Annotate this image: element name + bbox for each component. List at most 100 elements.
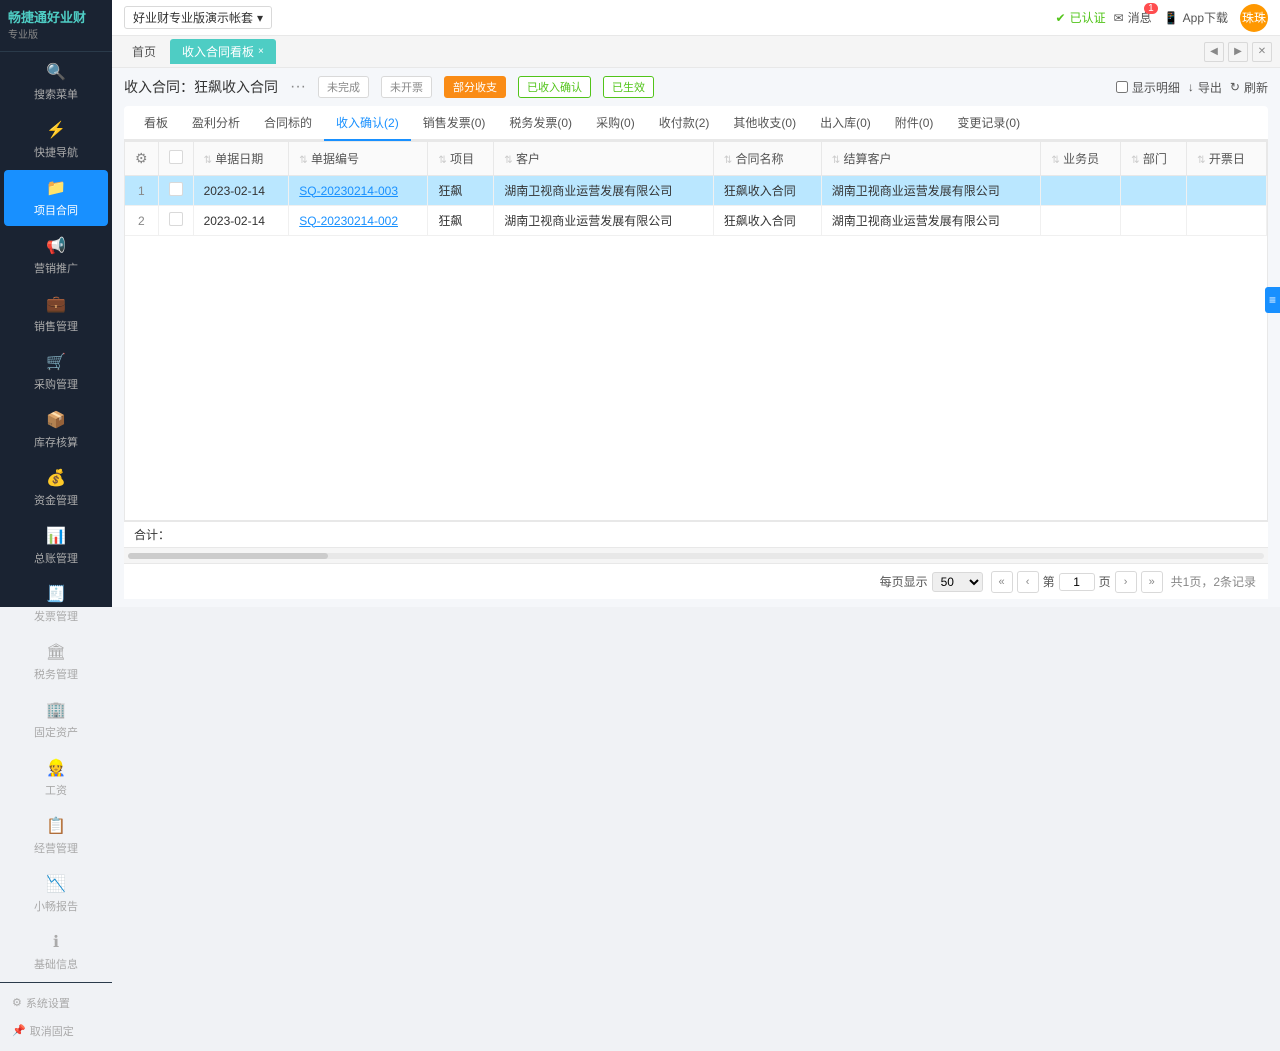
sidebar-item-9[interactable]: 🧾发票管理 [4,576,108,632]
sub-tab-5[interactable]: 税务发票(0) [497,106,584,141]
row-code-1[interactable]: SQ-20230214-002 [289,206,428,236]
sort-icon: ⇅ [724,155,732,166]
refresh-icon: ↻ [1230,80,1240,94]
export-btn[interactable]: ↓ 导出 [1188,79,1222,96]
contract-tools: 显示明细 ↓ 导出 ↻ 刷新 [1116,79,1268,96]
table-row[interactable]: 1 2023-02-14 SQ-20230214-003 狂飙 湖南卫视商业运营… [125,176,1267,206]
sidebar-icon-10: 🏛 [46,642,66,662]
th-department: ⇅ 部门 [1121,142,1187,176]
row-check-1[interactable] [158,206,193,236]
page-nav: « ‹ 第 页 › » [991,571,1163,593]
sidebar-label-3: 营销推广 [34,260,78,276]
sidebar-item-8[interactable]: 📊总账管理 [4,518,108,574]
sidebar-item-11[interactable]: 🏢固定资产 [4,692,108,748]
sub-tab-11[interactable]: 变更记录(0) [945,106,1032,141]
sort-icon: ⇅ [504,155,512,166]
gear-icon[interactable]: ⚙ [135,150,148,166]
sidebar-item-settings[interactable]: ⚙ 系统设置 [4,989,108,1017]
sidebar-item-13[interactable]: 📋经营管理 [4,808,108,864]
page-size-select[interactable]: 20 50 100 [932,572,983,592]
tab-close-btn[interactable]: ✕ [1252,42,1272,62]
sidebar-item-4[interactable]: 💼 销售管理 [4,286,108,342]
list-icon: ≡ [1269,293,1276,307]
tab-contract-board[interactable]: 收入合同看板 × [170,39,276,64]
user-avatar[interactable]: 珠珠 [1240,4,1268,32]
sub-tab-8[interactable]: 其他收支(0) [721,106,808,141]
app-name: 畅捷通好业财 [8,10,86,26]
show-detail-toggle[interactable]: 显示明细 [1116,79,1180,96]
sidebar-item-0[interactable]: 🔍搜索菜单 [4,54,108,110]
sub-tab-1[interactable]: 盈利分析 [180,106,252,141]
contract-name: 狂飙收入合同 [194,79,278,95]
refresh-btn[interactable]: ↻ 刷新 [1230,79,1268,96]
row-num-0: 1 [125,176,158,206]
sub-tab-0[interactable]: 看板 [132,106,180,141]
row-num-1: 2 [125,206,158,236]
sidebar-item-unpin[interactable]: 📌 取消固定 [4,1017,108,1045]
right-floating-icon[interactable]: ≡ [1265,287,1280,313]
row-department-1 [1121,206,1187,236]
row-checkbox-1[interactable] [169,212,183,226]
last-page-btn[interactable]: » [1141,571,1163,593]
sub-tab-9[interactable]: 出入库(0) [808,106,883,141]
row-checkbox-0[interactable] [169,182,183,196]
row-check-0[interactable] [158,176,193,206]
sidebar-label-15: 基础信息 [34,956,78,972]
sub-tab-3[interactable]: 收入确认(2) [324,106,411,141]
sub-tab-7[interactable]: 收付款(2) [647,106,722,141]
first-page-btn[interactable]: « [991,571,1013,593]
sub-tab-10[interactable]: 附件(0) [883,106,946,141]
row-date-0: 2023-02-14 [193,176,289,206]
sidebar-label-2: 项目合同 [34,202,78,218]
sidebar: 畅捷通好业财 专业版 🔍搜索菜单⚡快捷导航📁项目合同📢营销推广💼销售管理🛒采购管… [0,0,112,607]
sidebar-item-12[interactable]: 👷工资 [4,750,108,806]
sidebar-item-14[interactable]: 📉小畅报告 [4,866,108,922]
sub-tab-4[interactable]: 销售发票(0) [411,106,498,141]
sidebar-item-2[interactable]: 📁项目合同 [4,170,108,226]
sidebar-item-7[interactable]: 💰资金管理 [4,460,108,516]
sidebar-icon-4: 💼 [46,294,66,314]
chevron-down-icon: ▾ [257,11,263,25]
next-page-btn[interactable]: › [1115,571,1137,593]
status-incomplete-btn[interactable]: 未完成 [318,76,369,98]
sub-tab-6[interactable]: 采购(0) [584,106,647,141]
sidebar-item-3[interactable]: 📢营销推广 [4,228,108,284]
status-confirmed-btn[interactable]: 已收入确认 [518,76,591,98]
sidebar-item-10[interactable]: 🏛税务管理 [4,634,108,690]
select-all-checkbox[interactable] [169,150,183,164]
status-noinvoice-btn[interactable]: 未开票 [381,76,432,98]
app-download-btn[interactable]: 📱 App下载 [1164,9,1228,26]
scrollbar-thumb[interactable] [128,553,328,559]
row-link-1[interactable]: SQ-20230214-002 [299,214,398,228]
more-options-btn[interactable]: ··· [290,78,306,96]
sidebar-label-4: 销售管理 [34,318,78,334]
close-icon[interactable]: × [258,46,264,57]
sidebar-item-1[interactable]: ⚡快捷导航 [4,112,108,168]
sidebar-item-5[interactable]: 🛒采购管理 [4,344,108,400]
sort-icon: ⇅ [438,155,446,166]
pin-icon: 📌 [12,1024,26,1037]
sidebar-item-15[interactable]: ℹ 基础信息 [4,924,108,980]
prev-page-btn[interactable]: ‹ [1017,571,1039,593]
row-link-0[interactable]: SQ-20230214-003 [299,184,398,198]
page-input[interactable] [1059,573,1095,591]
th-project: ⇅ 项目 [428,142,494,176]
show-detail-checkbox[interactable] [1116,81,1128,93]
sub-tab-2[interactable]: 合同标的 [252,106,324,141]
sidebar-icon-15: ℹ [53,932,59,952]
row-code-0[interactable]: SQ-20230214-003 [289,176,428,206]
horizontal-scrollbar[interactable] [124,547,1268,563]
tab-prev-btn[interactable]: ◀ [1204,42,1224,62]
company-selector[interactable]: 好业财专业版演示帐套 ▾ [124,6,272,29]
th-salesperson: ⇅ 业务员 [1041,142,1121,176]
sidebar-item-6[interactable]: 📦库存核算 [4,402,108,458]
user-initial: 珠珠 [1242,9,1266,26]
topbar-actions: ✉ 1 消息 📱 App下载 珠珠 [1114,4,1268,32]
tab-home[interactable]: 首页 [120,39,168,64]
data-table-container[interactable]: ⚙ ⇅ 单据日期 ⇅ 单据编号 ⇅ 项目 ⇅ 客户 ⇅ 合同名称 ⇅ 结算客户 [124,141,1268,521]
status-effective-btn[interactable]: 已生效 [603,76,654,98]
status-partial-btn[interactable]: 部分收支 [444,76,506,98]
tab-next-btn[interactable]: ▶ [1228,42,1248,62]
message-btn[interactable]: ✉ 1 消息 [1114,9,1152,26]
table-row[interactable]: 2 2023-02-14 SQ-20230214-002 狂飙 湖南卫视商业运营… [125,206,1267,236]
